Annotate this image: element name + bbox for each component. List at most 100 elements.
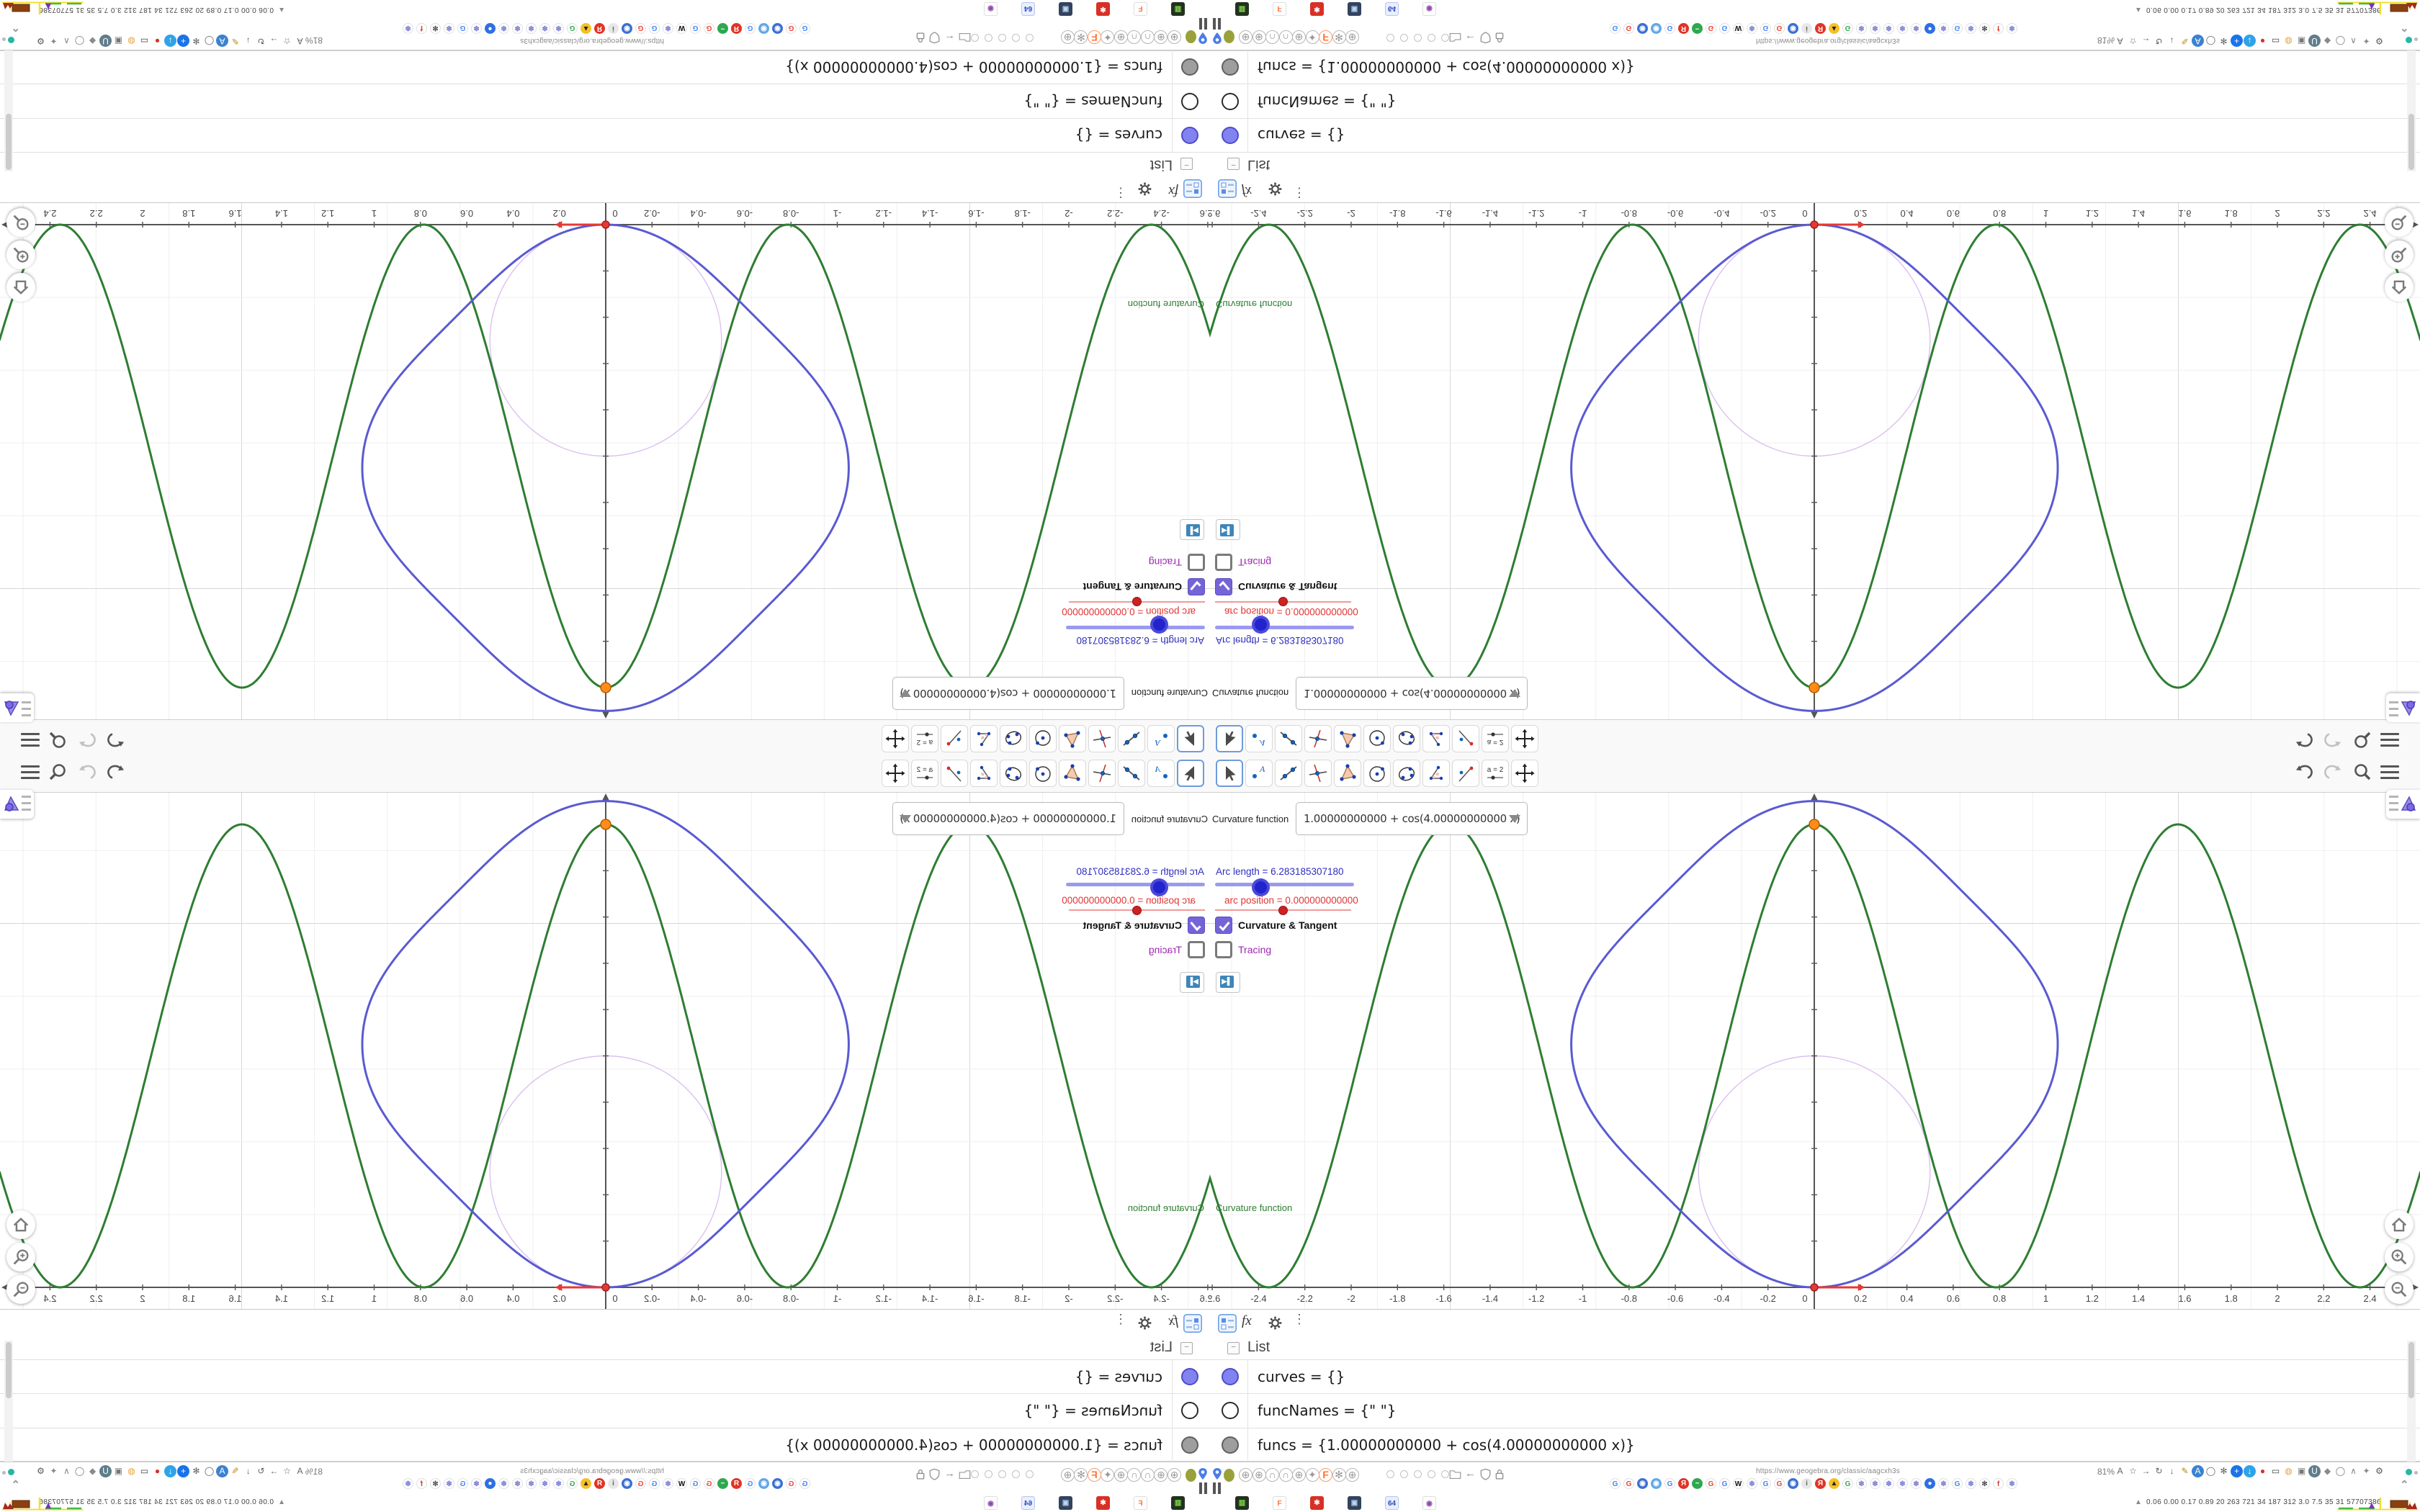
settings-gear-icon[interactable] [1266,1314,1284,1336]
map-pin-icon[interactable] [1198,32,1208,45]
algebra-style-button[interactable] [1183,1314,1202,1336]
visibility-toggle-icon[interactable] [1222,1368,1239,1385]
browser-action-icon[interactable]: ↻ [2153,35,2165,47]
slider-tool[interactable]: a = 2 [911,760,938,787]
browser-extension-icon[interactable]: ∩ [1127,1468,1142,1482]
bookmark-favicon[interactable]: ✽ [1911,23,1922,34]
bookmark-favicon[interactable]: G [799,23,810,34]
bookmark-favicon[interactable]: ✽ [1747,1478,1757,1489]
browser-action-icon[interactable]: ● [151,35,163,47]
conic-through-points-tool[interactable] [1393,760,1420,787]
bookmark-favicon[interactable]: ✽ [539,1478,550,1489]
taskbar-app-icon[interactable]: ▣ [1348,2,1361,16]
tab-dot-icon[interactable] [1441,1470,1449,1478]
tab-dot-icon[interactable] [1428,1470,1435,1478]
browser-action-icon[interactable]: ⚙ [35,1465,47,1477]
browser-extension-icon[interactable]: ∩ [1278,1468,1293,1482]
bookmark-favicon[interactable]: ✽ [553,1478,564,1489]
tab-dot-icon[interactable] [1414,1470,1422,1478]
url-text[interactable]: https://www.geogebra.org/classic/aagcxh3… [520,1467,664,1475]
arc-length-slider-knob[interactable] [1252,878,1270,896]
bookmark-favicon[interactable]: ◉ [758,1478,769,1489]
back-arrow-icon[interactable]: ← [1465,1467,1476,1480]
tab-dot-icon[interactable] [1026,1470,1034,1478]
bookmark-favicon[interactable]: Я [1678,1478,1689,1489]
bookmark-favicon[interactable]: ✽ [512,23,523,34]
bookmark-favicon[interactable]: G [1760,23,1771,34]
browser-extension-icon[interactable]: ⊕ [1154,1468,1168,1482]
graph-canvas[interactable]: -2.6 -2.4 -2.2 -2 -1.8 -1.6 -1.4 -1.2 -1 -0.8 -0.6… [1210,756,2420,1309]
shield-icon[interactable] [1480,1468,1491,1480]
bookmark-favicon[interactable]: G [1719,1478,1730,1489]
browser-action-icon[interactable]: → [268,1465,280,1477]
browser-extension-icon[interactable]: F [1319,30,1332,44]
bookmark-favicon[interactable]: ◉ [1651,23,1662,34]
bookmark-favicon[interactable]: G [745,1478,756,1489]
arc-position-point[interactable] [601,220,610,229]
bookmark-favicon[interactable]: ✽ [539,23,550,34]
tracing-checkbox[interactable] [1188,554,1205,571]
browser-action-icon[interactable]: ◯ [73,35,86,47]
arc-length-slider[interactable] [1215,626,1354,629]
settings-gear-icon[interactable] [1136,1314,1154,1336]
bookmark-favicon[interactable]: W [1733,1478,1744,1489]
bookmark-favicon[interactable]: ✽ [444,1478,454,1489]
browser-extension-icon[interactable]: ⊕ [1252,30,1266,44]
zoom-in-button[interactable] [6,240,35,269]
browser-extension-icon[interactable]: F [1088,1468,1101,1482]
browser-action-icon[interactable]: → [2140,35,2152,47]
redo-button[interactable] [77,762,99,783]
browser-action-icon[interactable]: ✻ [2218,1465,2230,1477]
fx-icon[interactable]: fx [1168,183,1178,199]
kebab-menu-icon[interactable]: ⋮ [1293,185,1306,200]
arc-position-point[interactable] [601,1283,610,1292]
algebra-row-funcNames[interactable]: funcNames = {" "} [0,84,1210,119]
browser-action-icon[interactable]: ↓ [164,35,176,47]
algebra-row-funcs[interactable]: funcs = {1.00000000000 + cos(4.000000000… [1210,1427,2420,1462]
bookmark-favicon[interactable]: ✽ [444,23,454,34]
bookmark-favicon[interactable]: G [567,23,578,34]
taskbar-app-icon[interactable]: 64 [1385,2,1399,16]
browser-action-icon[interactable]: ✦ [48,1465,60,1477]
browser-action-icon[interactable]: ✻ [2218,35,2230,47]
toggle-graphics-panel-button[interactable] [2386,693,2420,722]
browser-extension-icon[interactable]: ⊕ [1061,30,1075,44]
arc-length-slider-knob[interactable] [1150,878,1168,896]
browser-action-icon[interactable]: + [177,1465,189,1477]
browser-action-icon[interactable]: A [294,1465,306,1477]
browser-extension-icon[interactable]: ⊕ [1168,30,1181,44]
bookmark-favicon[interactable]: ✽ [1856,23,1867,34]
browser-action-icon[interactable]: ↓ [242,1465,254,1477]
bookmark-favicon[interactable]: ▲ [1829,23,1839,34]
bookmark-favicon[interactable]: ~ [717,23,728,34]
browser-action-icon[interactable]: ⚙ [2373,35,2385,47]
bookmark-favicon[interactable]: ✽ [553,23,564,34]
conic-through-points-tool[interactable] [1393,725,1420,752]
taskbar-app-icon[interactable]: ▣ [1059,2,1072,16]
tab-dot-icon[interactable] [1026,34,1034,42]
bookmark-favicon[interactable]: ▲ [581,1478,591,1489]
browser-action-icon[interactable]: ✻ [190,1465,202,1477]
bookmark-favicon[interactable]: ◉ [622,1478,632,1489]
shield-icon[interactable] [929,32,940,44]
perpendicular-line-tool[interactable] [1304,725,1332,752]
scrollbar-thumb[interactable] [2408,1342,2414,1398]
toggle-graphics-panel-button[interactable] [0,693,34,722]
bookmark-favicon[interactable]: ✽ [1897,1478,1908,1489]
bookmark-favicon[interactable]: Я [731,23,742,34]
browser-action-icon[interactable]: U [99,35,112,47]
bookmark-favicon[interactable]: ~ [1692,23,1703,34]
toggle-graphics-panel-button[interactable] [2386,790,2420,819]
bookmark-favicon[interactable]: i [1801,1478,1812,1489]
move-tool[interactable] [1216,760,1243,787]
browser-action-icon[interactable]: ↓ [2244,1465,2256,1477]
taskbar-app-icon[interactable]: F [1134,1496,1147,1510]
dropdown-caret-icon[interactable] [1509,689,1520,697]
browser-action-icon[interactable]: ✻ [190,35,202,47]
algebra-row-funcNames[interactable]: funcNames = {" "} [1210,1393,2420,1428]
polygon-tool[interactable] [1334,760,1361,787]
browser-action-icon[interactable]: ↓ [242,35,254,47]
play-button[interactable]: ▶▌ [1180,972,1204,993]
collapse-tray-icon[interactable]: ⌃ [11,1478,20,1491]
move-graphics-view-tool[interactable] [1511,725,1538,752]
